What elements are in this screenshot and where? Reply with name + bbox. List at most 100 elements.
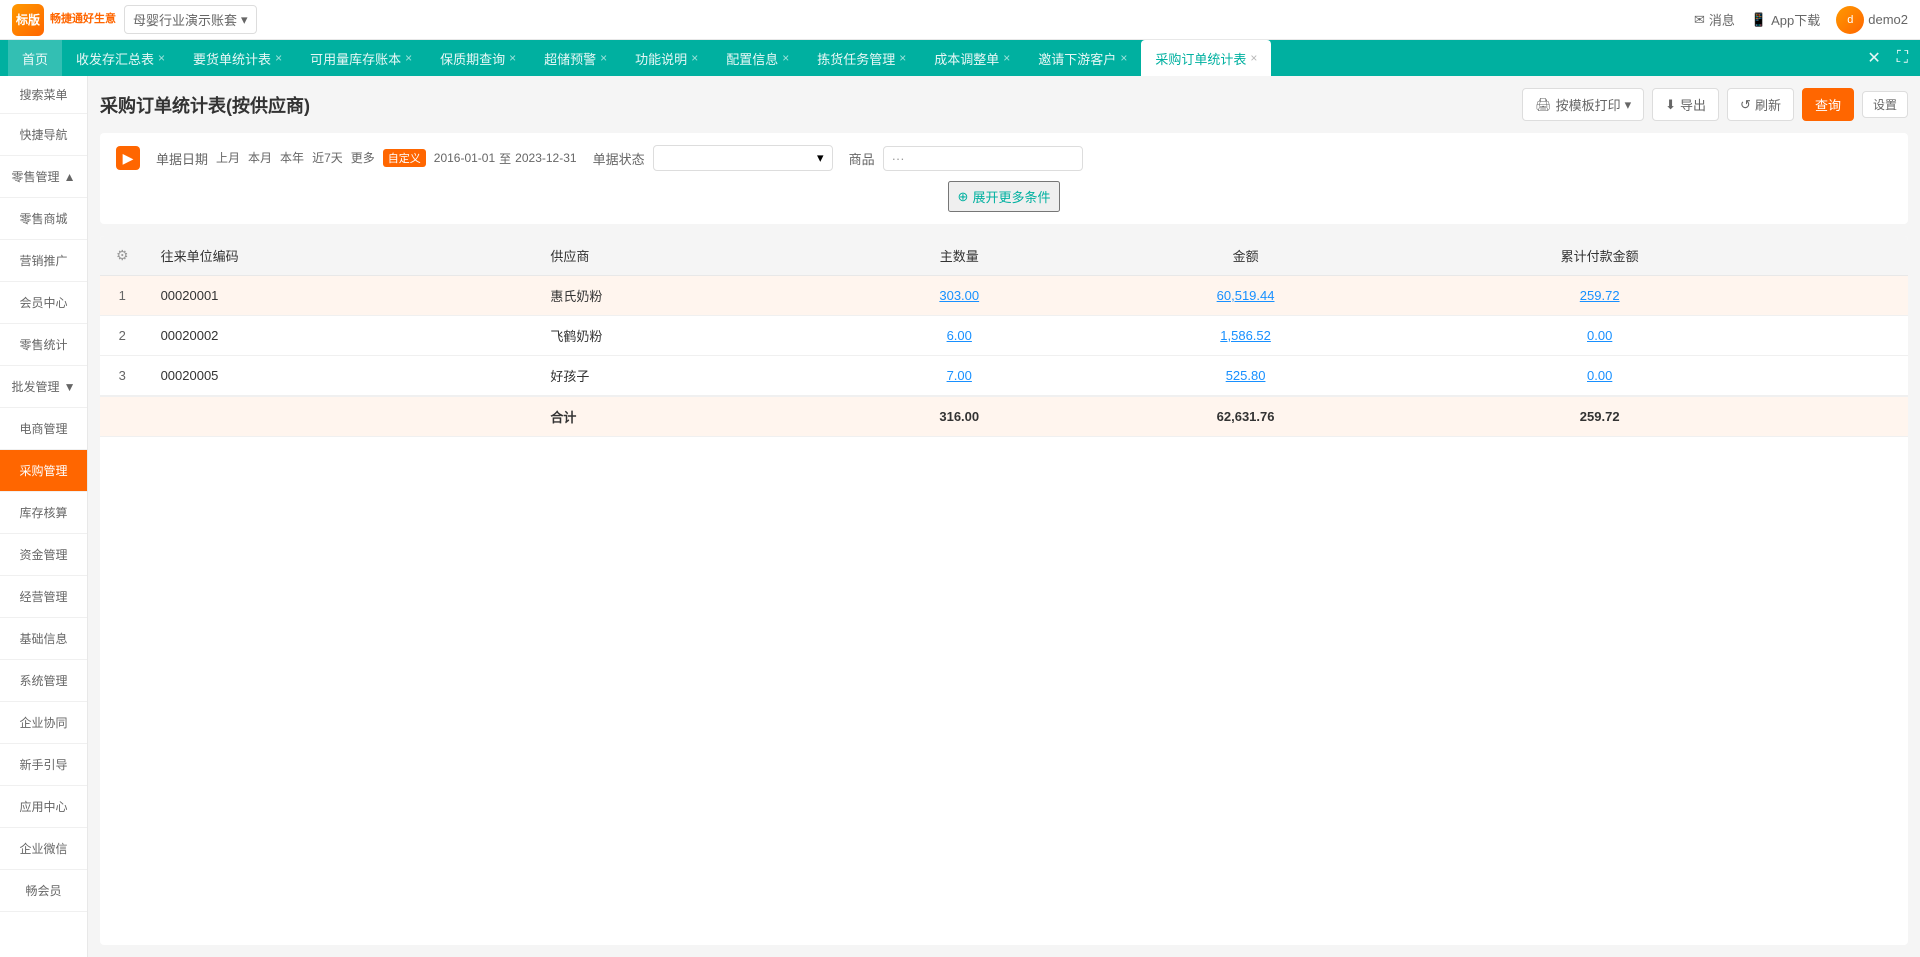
nav-close-btn[interactable]: ✕ <box>1863 44 1884 72</box>
print-icon: 🖨 <box>1535 97 1552 113</box>
footer-empty1 <box>100 396 145 437</box>
tab-baozhi-label: 保质期查询 <box>440 49 505 68</box>
shortcut-more[interactable]: 更多 <box>351 149 375 167</box>
row-3-paid[interactable]: 0.00 <box>1405 356 1795 397</box>
sidebar-item-retail-stats[interactable]: 零售统计 <box>0 324 87 366</box>
tab-baozhi-close[interactable]: × <box>509 51 516 65</box>
sidebar-item-wholesale-mgmt[interactable]: 批发管理 ▼ <box>0 366 87 408</box>
filter-section: ▶ 单据日期 上月 本月 本年 近7天 更多 自定义 2016-01-01 至 <box>100 133 1908 224</box>
shortcut-last-month[interactable]: 上月 <box>216 149 240 167</box>
tab-chengben[interactable]: 成本调整单 × <box>920 40 1024 76</box>
tab-baozhi[interactable]: 保质期查询 × <box>426 40 530 76</box>
app-icon: 📱 <box>1751 12 1767 28</box>
tab-jianhuo[interactable]: 拣货任务管理 × <box>803 40 920 76</box>
tab-kuyongliang-close[interactable]: × <box>405 51 412 65</box>
row-1-amount[interactable]: 60,519.44 <box>1086 276 1404 316</box>
shortcut-this-month[interactable]: 本月 <box>248 149 272 167</box>
status-select[interactable]: ▾ <box>653 145 833 171</box>
query-btn[interactable]: 查询 <box>1802 88 1854 121</box>
tab-shoufacun[interactable]: 收发存汇总表 × <box>62 40 179 76</box>
filter-goods-item: 商品 ··· <box>849 146 1083 171</box>
logo-abbr: 标版 <box>16 11 40 28</box>
row-2-quantity[interactable]: 6.00 <box>832 316 1086 356</box>
settings-label: 设置 <box>1873 98 1897 112</box>
tab-kuyongliang[interactable]: 可用量库存账本 × <box>296 40 426 76</box>
row-2-paid[interactable]: 0.00 <box>1405 316 1795 356</box>
tab-jianhuo-close[interactable]: × <box>899 51 906 65</box>
tab-home[interactable]: 首页 <box>8 40 62 76</box>
tab-peizhi-close[interactable]: × <box>782 51 789 65</box>
tab-caigou-close[interactable]: × <box>1250 51 1257 65</box>
sidebar-item-app-center[interactable]: 应用中心 <box>0 786 87 828</box>
sidebar-item-basic-info[interactable]: 基础信息 <box>0 618 87 660</box>
refresh-btn[interactable]: ↺ 刷新 <box>1727 88 1794 121</box>
tab-yaoqing-close[interactable]: × <box>1120 51 1127 65</box>
tab-chaochu-label: 超储预警 <box>544 49 596 68</box>
inventory-label: 库存核算 <box>19 506 67 520</box>
tab-chengben-label: 成本调整单 <box>934 49 999 68</box>
message-icon: ✉ <box>1694 12 1705 28</box>
tab-home-label: 首页 <box>22 49 48 68</box>
row-1-paid[interactable]: 259.72 <box>1405 276 1795 316</box>
sidebar-item-beginner-guide[interactable]: 新手引导 <box>0 744 87 786</box>
date-filter-label: 单据日期 <box>156 149 208 168</box>
app-download-btn[interactable]: 📱 App下载 <box>1751 10 1820 29</box>
tab-chaochu[interactable]: 超储预警 × <box>530 40 621 76</box>
basic-info-label: 基础信息 <box>19 632 67 646</box>
shortcut-7days[interactable]: 近7天 <box>312 149 343 167</box>
sidebar-item-purchase[interactable]: 采购管理 <box>0 450 87 492</box>
tab-gongneng[interactable]: 功能说明 × <box>621 40 712 76</box>
tab-peizhi[interactable]: 配置信息 × <box>712 40 803 76</box>
sidebar-item-vip-member[interactable]: 畅会员 <box>0 870 87 912</box>
top-bar-right: ✉ 消息 📱 App下载 d demo2 <box>1694 6 1908 34</box>
logo-icon: 标版 <box>12 4 44 36</box>
sidebar-item-finance[interactable]: 资金管理 <box>0 534 87 576</box>
row-3-amount[interactable]: 525.80 <box>1086 356 1404 397</box>
date-from[interactable]: 2016-01-01 <box>434 151 495 165</box>
table-settings-icon[interactable]: ⚙ <box>116 247 129 263</box>
tab-yaohuo-close[interactable]: × <box>275 51 282 65</box>
nav-fullscreen-btn[interactable]: ⛶ <box>1893 45 1912 71</box>
row-2-num: 2 <box>100 316 145 356</box>
table-header-row: ⚙ 往来单位编码 供应商 主数量 金额 累计付款金额 <box>100 236 1908 276</box>
sidebar-item-retail-mall[interactable]: 零售商城 <box>0 198 87 240</box>
sidebar-item-members[interactable]: 会员中心 <box>0 282 87 324</box>
sidebar-item-enterprise-wechat[interactable]: 企业微信 <box>0 828 87 870</box>
shortcut-this-year[interactable]: 本年 <box>280 149 304 167</box>
print-btn[interactable]: 🖨 按模板打印 ▾ <box>1522 88 1644 121</box>
row-3-quantity[interactable]: 7.00 <box>832 356 1086 397</box>
sidebar-item-retail-mgmt[interactable]: 零售管理 ▲ <box>0 156 87 198</box>
workspace-selector[interactable]: 母婴行业演示账套 ▾ <box>124 5 257 34</box>
row-2-amount[interactable]: 1,586.52 <box>1086 316 1404 356</box>
refresh-icon: ↺ <box>1740 97 1751 113</box>
sidebar-item-enterprise-collab[interactable]: 企业协同 <box>0 702 87 744</box>
sidebar-item-inventory[interactable]: 库存核算 <box>0 492 87 534</box>
row-1-quantity[interactable]: 303.00 <box>832 276 1086 316</box>
sidebar-search[interactable]: 搜索菜单 <box>0 76 87 114</box>
sidebar-item-quick-nav[interactable]: 快捷导航 <box>0 114 87 156</box>
filter-toggle-btn[interactable]: ▶ <box>116 146 140 170</box>
export-btn[interactable]: ⬇ 导出 <box>1652 88 1719 121</box>
row-3-extra <box>1795 356 1908 397</box>
tab-yaohuo[interactable]: 要货单统计表 × <box>179 40 296 76</box>
tab-yaoqing[interactable]: 邀请下游客户 × <box>1024 40 1141 76</box>
sidebar-item-marketing[interactable]: 营销推广 <box>0 240 87 282</box>
date-to[interactable]: 2023-12-31 <box>515 151 576 165</box>
quick-nav-label: 快捷导航 <box>19 128 67 142</box>
sidebar-item-ecommerce[interactable]: 电商管理 <box>0 408 87 450</box>
settings-btn[interactable]: 设置 <box>1862 91 1908 118</box>
expand-icon: ⊕ <box>958 189 969 205</box>
goods-input[interactable]: ··· <box>883 146 1083 171</box>
tab-chengben-close[interactable]: × <box>1003 51 1010 65</box>
col-code-header: 往来单位编码 <box>145 236 535 276</box>
query-label: 查询 <box>1815 95 1841 114</box>
sidebar-item-system-mgmt[interactable]: 系统管理 <box>0 660 87 702</box>
user-profile[interactable]: d demo2 <box>1836 6 1908 34</box>
message-btn[interactable]: ✉ 消息 <box>1694 10 1735 29</box>
tab-shoufacun-close[interactable]: × <box>158 51 165 65</box>
expand-btn[interactable]: ⊕ 展开更多条件 <box>948 181 1061 212</box>
sidebar-item-operations[interactable]: 经营管理 <box>0 576 87 618</box>
tab-chaochu-close[interactable]: × <box>600 51 607 65</box>
tab-caigou[interactable]: 采购订单统计表 × <box>1141 40 1271 76</box>
tab-gongneng-close[interactable]: × <box>691 51 698 65</box>
